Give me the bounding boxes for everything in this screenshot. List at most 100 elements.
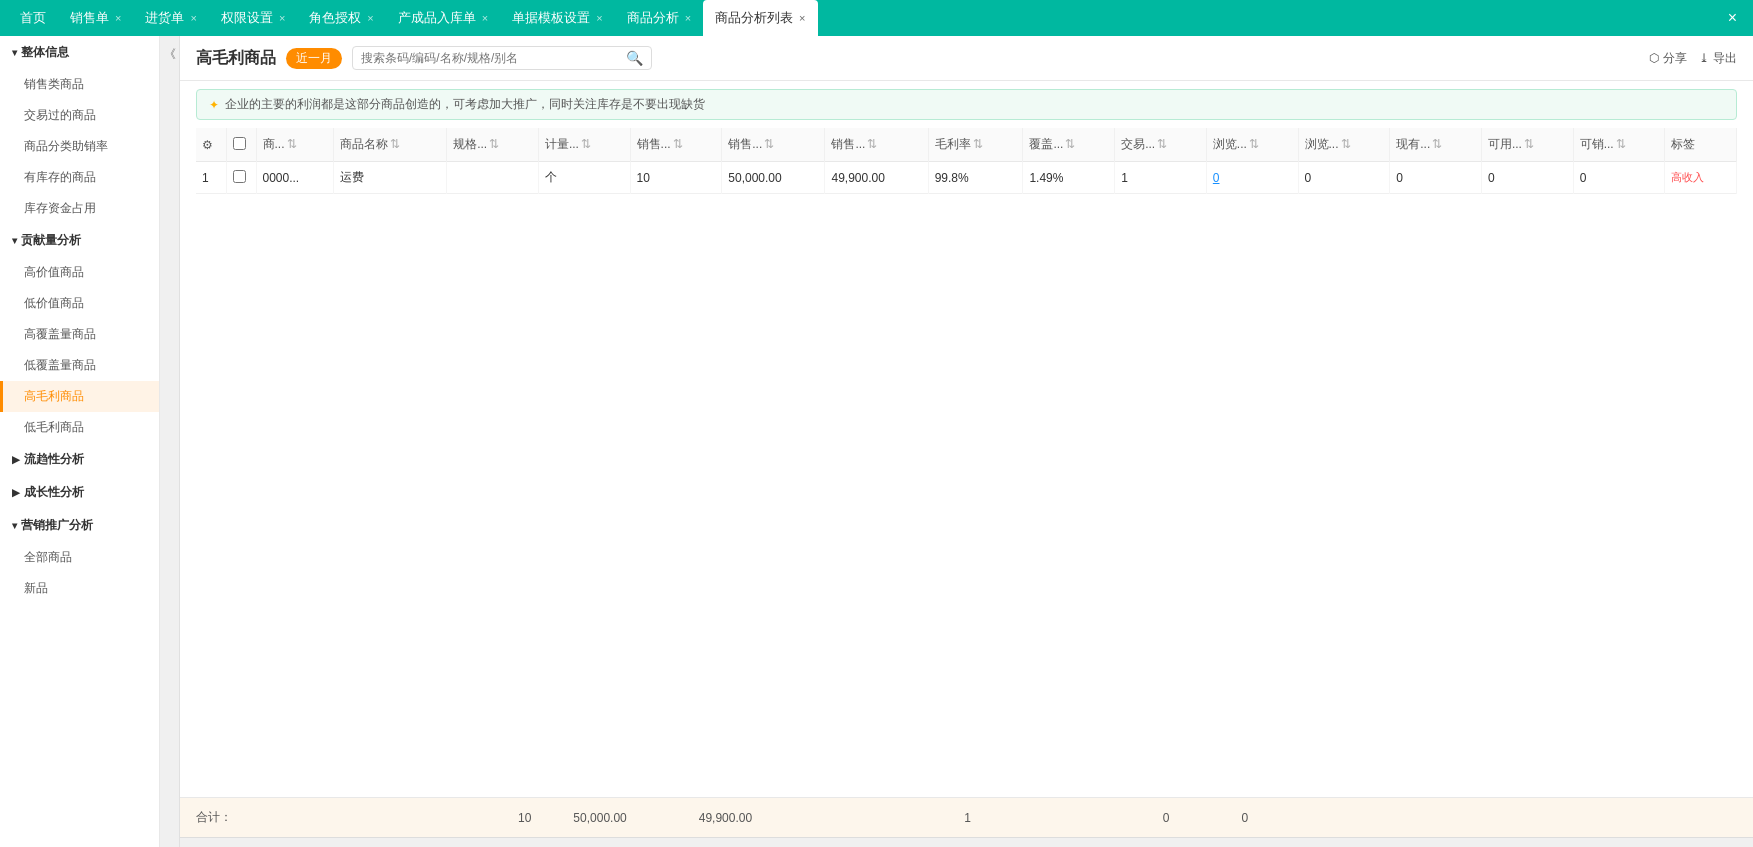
sidebar-item-category-rate[interactable]: 商品分类助销率	[0, 131, 159, 162]
export-button[interactable]: ⤓ 导出	[1699, 50, 1737, 67]
sort-icon: ⇅	[673, 137, 683, 151]
nav-role-auth[interactable]: 角色授权 ×	[297, 0, 385, 36]
cell-gross-margin: 99.8%	[928, 162, 1023, 194]
sort-icon: ⇅	[581, 137, 591, 151]
col-name[interactable]: 商品名称⇅	[333, 128, 446, 162]
sidebar-item-high-value[interactable]: 高价值商品	[0, 257, 159, 288]
sidebar-item-traded-goods[interactable]: 交易过的商品	[0, 100, 159, 131]
sidebar-group-contribution[interactable]: ▾ 贡献量分析	[0, 224, 159, 257]
sort-icon: ⇅	[1616, 137, 1626, 151]
cell-checkbox[interactable]	[226, 162, 256, 194]
sidebar-item-sales-goods[interactable]: 销售类商品	[0, 69, 159, 100]
chevron-left-icon: 《	[164, 46, 176, 63]
sort-icon: ⇅	[489, 137, 499, 151]
expand-icon: ▶	[12, 454, 20, 465]
col-sales-cost[interactable]: 销售...⇅	[825, 128, 928, 162]
table-container: ⚙ 商...⇅ 商品名称⇅ 规格...⇅ 计量...⇅ 销售...⇅ 销售...…	[180, 128, 1753, 797]
col-sales-amt[interactable]: 销售...⇅	[722, 128, 825, 162]
nav-template-settings[interactable]: 单据模板设置 ×	[500, 0, 614, 36]
export-icon: ⤓	[1699, 51, 1709, 65]
cell-available: 0	[1481, 162, 1573, 194]
sort-icon: ⇅	[1341, 137, 1351, 151]
sort-icon: ⇅	[1432, 137, 1442, 151]
nav-product-analysis-list[interactable]: 商品分析列表 ×	[703, 0, 817, 36]
window-close-button[interactable]: ×	[1720, 9, 1745, 27]
col-gross-margin[interactable]: 毛利率⇅	[928, 128, 1023, 162]
close-icon[interactable]: ×	[279, 12, 285, 24]
search-input[interactable]	[361, 51, 626, 65]
content-area: 高毛利商品 近一月 🔍 ⬡ 分享 ⤓ 导出 ✦ 企业的主要的利润都是这部分商品创…	[180, 36, 1753, 847]
cell-coverage: 1.49%	[1023, 162, 1115, 194]
sidebar-item-low-value[interactable]: 低价值商品	[0, 288, 159, 319]
select-all-checkbox[interactable]	[233, 137, 246, 150]
close-icon[interactable]: ×	[190, 12, 196, 24]
col-transactions[interactable]: 交易...⇅	[1115, 128, 1207, 162]
sidebar-item-low-margin[interactable]: 低毛利商品	[0, 412, 159, 443]
nav-permission-settings[interactable]: 权限设置 ×	[209, 0, 297, 36]
expand-icon: ▾	[12, 520, 17, 531]
sidebar-item-low-coverage[interactable]: 低覆盖量商品	[0, 350, 159, 381]
close-icon[interactable]: ×	[799, 12, 805, 24]
share-icon: ⬡	[1649, 51, 1659, 65]
cell-sales-amt: 50,000.00	[722, 162, 825, 194]
sort-icon: ⇅	[764, 137, 774, 151]
col-sellable[interactable]: 可销...⇅	[1573, 128, 1665, 162]
cell-views1[interactable]: 0	[1206, 162, 1298, 194]
top-navigation: 首页 销售单 × 进货单 × 权限设置 × 角色授权 × 产成品入库单 × 单据…	[0, 0, 1753, 36]
share-button[interactable]: ⬡ 分享	[1649, 50, 1687, 67]
sidebar-group-flow[interactable]: ▶ 流趋性分析	[0, 443, 159, 476]
row-checkbox[interactable]	[233, 170, 246, 183]
col-views2[interactable]: 浏览...⇅	[1298, 128, 1390, 162]
cell-tag: 高收入	[1665, 162, 1737, 194]
col-unit[interactable]: 计量...⇅	[538, 128, 630, 162]
cell-name: 运费	[333, 162, 446, 194]
nav-home[interactable]: 首页	[8, 0, 58, 36]
cell-views2: 0	[1298, 162, 1390, 194]
sidebar-group-growth[interactable]: ▶ 成长性分析	[0, 476, 159, 509]
cell-sales-cost: 49,900.00	[825, 162, 928, 194]
sidebar-item-all-goods[interactable]: 全部商品	[0, 542, 159, 573]
sidebar-collapse-button[interactable]: 《	[160, 36, 180, 847]
page-title: 高毛利商品	[196, 48, 276, 69]
search-box: 🔍	[352, 46, 652, 70]
expand-icon: ▶	[12, 487, 20, 498]
search-icon[interactable]: 🔍	[626, 50, 643, 66]
col-spec[interactable]: 规格...⇅	[447, 128, 539, 162]
col-sales-qty[interactable]: 销售...⇅	[630, 128, 722, 162]
sort-icon: ⇅	[867, 137, 877, 151]
sort-icon: ⇅	[1249, 137, 1259, 151]
close-icon[interactable]: ×	[367, 12, 373, 24]
tip-bar: ✦ 企业的主要的利润都是这部分商品创造的，可考虑加大推广，同时关注库存是不要出现…	[196, 89, 1737, 120]
close-icon[interactable]: ×	[596, 12, 602, 24]
table-row: 1 0000... 运费 个 10 50,000.00 49,900.00 99…	[196, 162, 1737, 194]
filter-recent-month-button[interactable]: 近一月	[286, 48, 342, 69]
col-checkbox	[226, 128, 256, 162]
nav-product-inbound[interactable]: 产成品入库单 ×	[386, 0, 500, 36]
horizontal-scrollbar[interactable]	[180, 837, 1753, 847]
close-icon[interactable]: ×	[685, 12, 691, 24]
sort-icon: ⇅	[1157, 137, 1167, 151]
col-coverage[interactable]: 覆盖...⇅	[1023, 128, 1115, 162]
col-code[interactable]: 商...⇅	[256, 128, 333, 162]
nav-sales-order[interactable]: 销售单 ×	[58, 0, 133, 36]
sidebar-item-high-margin[interactable]: 高毛利商品	[0, 381, 159, 412]
sidebar-item-new-goods[interactable]: 新品	[0, 573, 159, 604]
cell-current: 0	[1390, 162, 1482, 194]
nav-product-analysis[interactable]: 商品分析 ×	[615, 0, 703, 36]
col-available[interactable]: 可用...⇅	[1481, 128, 1573, 162]
nav-purchase-order[interactable]: 进货单 ×	[133, 0, 208, 36]
sidebar-group-marketing[interactable]: ▾ 营销推广分析	[0, 509, 159, 542]
sidebar-group-overall[interactable]: ▾ 整体信息	[0, 36, 159, 69]
sidebar-item-stocked-goods[interactable]: 有库存的商品	[0, 162, 159, 193]
close-icon[interactable]: ×	[115, 12, 121, 24]
table-header-row: ⚙ 商...⇅ 商品名称⇅ 规格...⇅ 计量...⇅ 销售...⇅ 销售...…	[196, 128, 1737, 162]
sidebar-item-high-coverage[interactable]: 高覆盖量商品	[0, 319, 159, 350]
col-settings[interactable]: ⚙	[196, 128, 226, 162]
content-header: 高毛利商品 近一月 🔍 ⬡ 分享 ⤓ 导出	[180, 36, 1753, 81]
col-current[interactable]: 现有...⇅	[1390, 128, 1482, 162]
col-views1[interactable]: 浏览...⇅	[1206, 128, 1298, 162]
close-icon[interactable]: ×	[482, 12, 488, 24]
sidebar-item-inventory-capital[interactable]: 库存资金占用	[0, 193, 159, 224]
footer-cells: 10 50,000.00 49,900.00 1 0 0	[232, 811, 1737, 825]
header-actions: ⬡ 分享 ⤓ 导出	[1649, 50, 1737, 67]
